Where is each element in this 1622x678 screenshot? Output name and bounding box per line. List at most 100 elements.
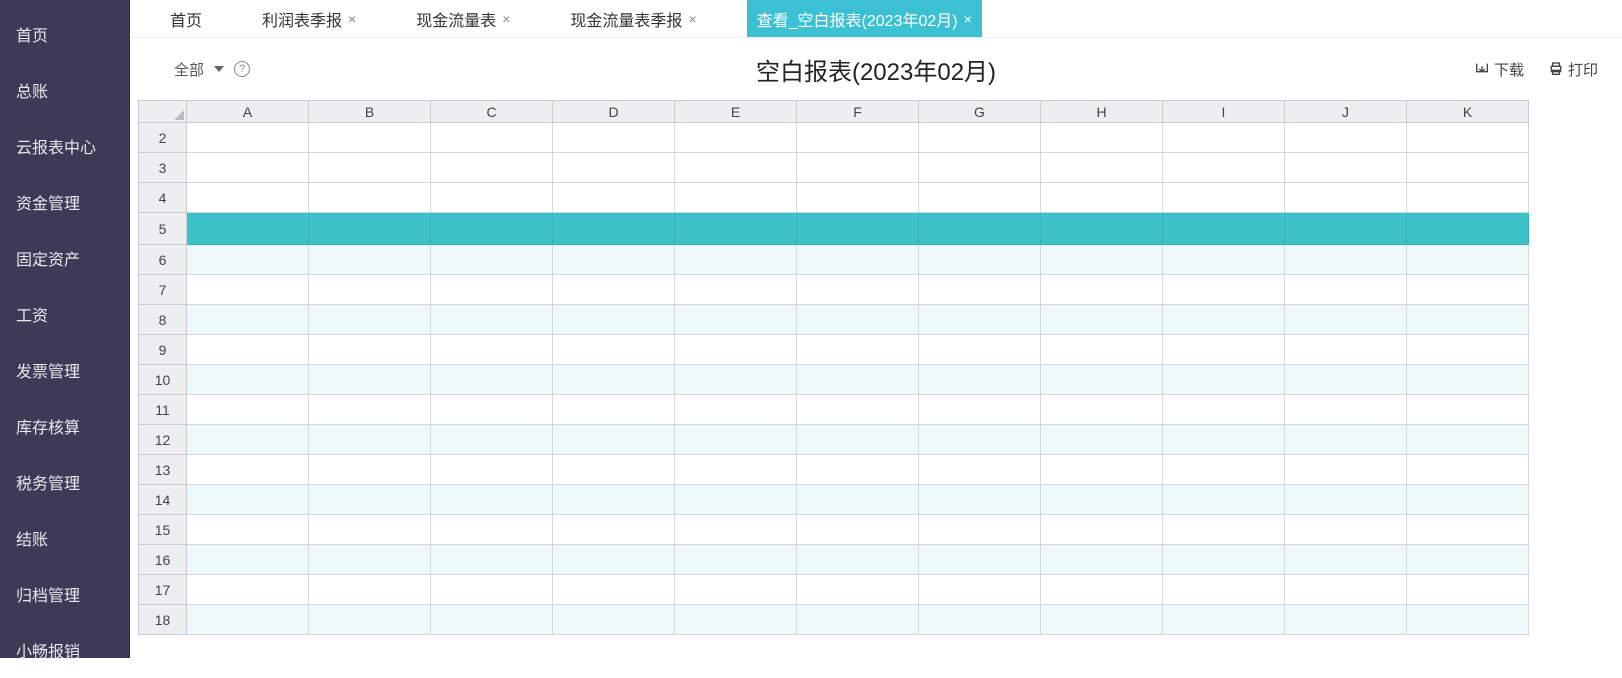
cell[interactable]	[1407, 455, 1529, 485]
row-header[interactable]: 2	[139, 123, 187, 153]
cell[interactable]	[1163, 515, 1285, 545]
row-header[interactable]: 9	[139, 335, 187, 365]
cell[interactable]	[797, 153, 919, 183]
row-header[interactable]: 12	[139, 425, 187, 455]
cell[interactable]	[309, 545, 431, 575]
cell[interactable]	[309, 425, 431, 455]
sidebar-item-fund[interactable]: 资金管理	[0, 174, 129, 230]
cell[interactable]	[309, 213, 431, 245]
sheet-corner[interactable]	[139, 101, 187, 123]
cell[interactable]	[1041, 485, 1163, 515]
cell[interactable]	[1163, 605, 1285, 635]
cell[interactable]	[187, 153, 309, 183]
cell[interactable]	[1041, 575, 1163, 605]
cell[interactable]	[675, 455, 797, 485]
cell[interactable]	[797, 213, 919, 245]
cell[interactable]	[1041, 605, 1163, 635]
cell[interactable]	[431, 245, 553, 275]
column-header[interactable]: G	[919, 101, 1041, 123]
cell[interactable]	[1041, 395, 1163, 425]
cell[interactable]	[1285, 485, 1407, 515]
cell[interactable]	[309, 305, 431, 335]
cell[interactable]	[919, 455, 1041, 485]
cell[interactable]	[187, 183, 309, 213]
cell[interactable]	[187, 515, 309, 545]
cell[interactable]	[1407, 213, 1529, 245]
row-header[interactable]: 13	[139, 455, 187, 485]
cell[interactable]	[1285, 605, 1407, 635]
cell[interactable]	[309, 245, 431, 275]
cell[interactable]	[431, 425, 553, 455]
cell[interactable]	[431, 605, 553, 635]
sidebar-item-settle[interactable]: 结账	[0, 510, 129, 566]
row-header[interactable]: 10	[139, 365, 187, 395]
cell[interactable]	[187, 485, 309, 515]
cell[interactable]	[919, 485, 1041, 515]
cell[interactable]	[1041, 545, 1163, 575]
cell[interactable]	[309, 395, 431, 425]
cell[interactable]	[675, 545, 797, 575]
cell[interactable]	[919, 545, 1041, 575]
close-icon[interactable]: ×	[688, 11, 696, 27]
cell[interactable]	[1285, 365, 1407, 395]
cell[interactable]	[309, 605, 431, 635]
tab-profit-quarter[interactable]: 利润表季报 ×	[252, 0, 366, 37]
cell[interactable]	[1163, 245, 1285, 275]
cell[interactable]	[1285, 275, 1407, 305]
column-header[interactable]: B	[309, 101, 431, 123]
cell[interactable]	[309, 183, 431, 213]
cell[interactable]	[1041, 335, 1163, 365]
cell[interactable]	[919, 245, 1041, 275]
cell[interactable]	[919, 425, 1041, 455]
cell[interactable]	[919, 365, 1041, 395]
cell[interactable]	[187, 123, 309, 153]
sidebar-item-ledger[interactable]: 总账	[0, 62, 129, 118]
close-icon[interactable]: ×	[502, 11, 510, 27]
cell[interactable]	[1407, 515, 1529, 545]
column-header[interactable]: K	[1407, 101, 1529, 123]
cell[interactable]	[797, 455, 919, 485]
tab-home[interactable]: 首页	[160, 0, 212, 37]
cell[interactable]	[431, 305, 553, 335]
cell[interactable]	[431, 455, 553, 485]
cell[interactable]	[919, 515, 1041, 545]
help-icon[interactable]: ?	[234, 61, 250, 77]
cell[interactable]	[1407, 335, 1529, 365]
cell[interactable]	[1407, 575, 1529, 605]
cell[interactable]	[919, 305, 1041, 335]
cell[interactable]	[431, 335, 553, 365]
row-header[interactable]: 14	[139, 485, 187, 515]
cell[interactable]	[1163, 545, 1285, 575]
cell[interactable]	[675, 365, 797, 395]
cell[interactable]	[309, 485, 431, 515]
cell[interactable]	[1041, 275, 1163, 305]
close-icon[interactable]: ×	[348, 11, 356, 27]
cell[interactable]	[797, 575, 919, 605]
cell[interactable]	[431, 395, 553, 425]
row-header[interactable]: 8	[139, 305, 187, 335]
row-header[interactable]: 6	[139, 245, 187, 275]
cell[interactable]	[187, 455, 309, 485]
cell[interactable]	[1407, 545, 1529, 575]
cell[interactable]	[1041, 123, 1163, 153]
cell[interactable]	[187, 335, 309, 365]
cell[interactable]	[1407, 485, 1529, 515]
cell[interactable]	[553, 455, 675, 485]
sidebar-item-cloud-report[interactable]: 云报表中心	[0, 118, 129, 174]
cell[interactable]	[1163, 335, 1285, 365]
row-header[interactable]: 5	[139, 213, 187, 245]
cell[interactable]	[1407, 183, 1529, 213]
cell[interactable]	[797, 305, 919, 335]
cell[interactable]	[675, 575, 797, 605]
cell[interactable]	[309, 335, 431, 365]
cell[interactable]	[1285, 335, 1407, 365]
cell[interactable]	[553, 153, 675, 183]
cell[interactable]	[553, 275, 675, 305]
cell[interactable]	[553, 335, 675, 365]
cell[interactable]	[431, 575, 553, 605]
cell[interactable]	[675, 183, 797, 213]
cell[interactable]	[675, 305, 797, 335]
cell[interactable]	[187, 365, 309, 395]
cell[interactable]	[1041, 213, 1163, 245]
column-header[interactable]: A	[187, 101, 309, 123]
